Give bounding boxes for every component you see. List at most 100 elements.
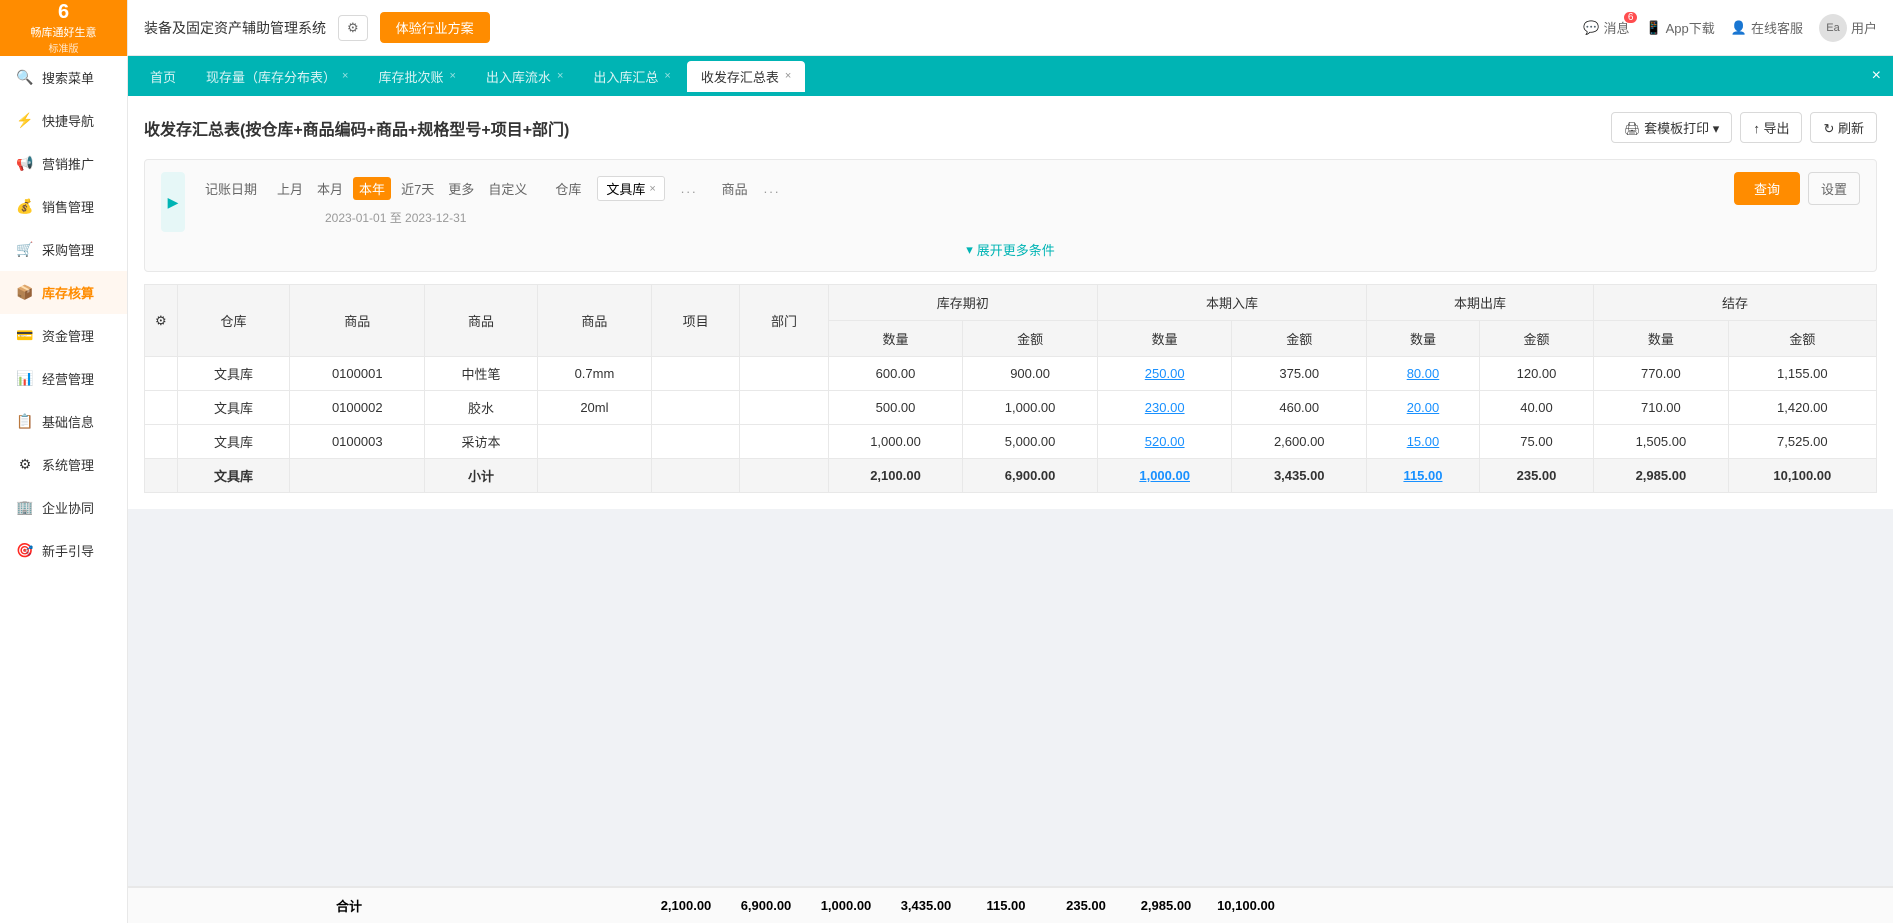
warehouse-col-header: 仓库: [177, 285, 290, 357]
warehouse-tag: 文具库 ×: [597, 176, 664, 201]
sidebar-item-marketing[interactable]: 📢 营销推广: [0, 142, 127, 185]
close-tab-stock-dist[interactable]: ×: [342, 70, 348, 82]
chart-icon: 📊: [16, 370, 34, 387]
refresh-button[interactable]: ↻ 刷新: [1810, 112, 1877, 143]
row-dept: [740, 425, 828, 459]
app-download-label: App下载: [1666, 18, 1715, 37]
row-settings-icon[interactable]: [145, 425, 178, 459]
tab-stock-dist[interactable]: 现存量（库存分布表） ×: [192, 61, 362, 92]
row-out-qty[interactable]: 20.00: [1367, 391, 1480, 425]
sidebar-logo[interactable]: 6 畅库通好生意 标准版: [0, 0, 127, 56]
warehouse-tag-close[interactable]: ×: [649, 183, 655, 195]
main-area: 装备及固定资产辅助管理系统 ⚙ 体验行业方案 💬 消息 6 📱 App下载 👤 …: [128, 0, 1893, 923]
row-out-amt: 75.00: [1479, 425, 1593, 459]
row-settings-icon[interactable]: [145, 391, 178, 425]
date-last-month[interactable]: 上月: [273, 177, 307, 200]
row-out-qty[interactable]: 15.00: [1367, 425, 1480, 459]
logo-subtext: 标准版: [49, 40, 79, 55]
tab-home[interactable]: 首页: [136, 61, 190, 92]
phone-icon: 📱: [1645, 20, 1661, 36]
balance-qty-header: 数量: [1594, 321, 1729, 357]
sidebar-item-inventory[interactable]: 📦 库存核算: [0, 271, 127, 314]
target-icon: 🎯: [16, 542, 34, 559]
refresh-icon: ↻: [1823, 121, 1834, 136]
date-this-month[interactable]: 本月: [313, 177, 347, 200]
row-dept: [740, 357, 828, 391]
total-row: 合计 2,100.00 6,900.00 1,000.00 3,435.00 1…: [128, 886, 1893, 923]
close-all-tabs-button[interactable]: ×: [1868, 63, 1885, 89]
close-tab-flow[interactable]: ×: [557, 70, 563, 82]
page-content: 收发存汇总表(按仓库+商品编码+商品+规格型号+项目+部门) 🖨 套模板打印 ▾…: [128, 96, 1893, 886]
row-balance-qty: 770.00: [1594, 357, 1729, 391]
row-in-qty[interactable]: 230.00: [1097, 391, 1232, 425]
sidebar-item-label: 基础信息: [42, 412, 94, 431]
goods-more-button[interactable]: ...: [764, 181, 781, 196]
total-row-content: 合计 2,100.00 6,900.00 1,000.00 3,435.00 1…: [144, 896, 1877, 915]
date-custom[interactable]: 自定义: [484, 177, 531, 200]
sidebar-item-finance[interactable]: 💳 资金管理: [0, 314, 127, 357]
trial-button[interactable]: 体验行业方案: [380, 12, 490, 43]
close-tab-batch[interactable]: ×: [449, 70, 455, 82]
tab-batch[interactable]: 库存批次账 ×: [364, 61, 469, 92]
row-out-qty[interactable]: 80.00: [1367, 357, 1480, 391]
table-group-header-row: ⚙ 仓库 商品 商品 商品 项目 部门 库存期初 本期入库 本期出库 结存: [145, 285, 1877, 321]
top-header: 装备及固定资产辅助管理系统 ⚙ 体验行业方案 💬 消息 6 📱 App下载 👤 …: [128, 0, 1893, 56]
table-container: ⚙ 仓库 商品 商品 商品 项目 部门 库存期初 本期入库 本期出库 结存: [144, 284, 1877, 493]
date-7days[interactable]: 近7天: [397, 177, 438, 200]
user-button[interactable]: Ea 用户: [1819, 14, 1877, 42]
filter-settings-button[interactable]: 设置: [1808, 172, 1860, 205]
sidebar-item-basic-info[interactable]: 📋 基础信息: [0, 400, 127, 443]
goods-code-col-header: 商品: [290, 285, 425, 357]
row-opening-amt: 6,900.00: [963, 459, 1098, 493]
tab-summary[interactable]: 出入库汇总 ×: [579, 61, 684, 92]
row-opening-amt: 5,000.00: [963, 425, 1098, 459]
query-button[interactable]: 查询: [1734, 172, 1800, 205]
sidebar-item-label: 采购管理: [42, 240, 94, 259]
date-this-year[interactable]: 本年: [353, 177, 391, 200]
close-tab-recv-send[interactable]: ×: [785, 70, 791, 82]
tab-bar: 首页 现存量（库存分布表） × 库存批次账 × 出入库流水 × 出入库汇总 × …: [128, 56, 1893, 96]
sidebar-item-guide[interactable]: 🎯 新手引导: [0, 529, 127, 572]
print-button[interactable]: 🖨 套模板打印 ▾: [1611, 112, 1732, 143]
sidebar-item-label: 库存核算: [42, 283, 94, 302]
row-in-qty[interactable]: 250.00: [1097, 357, 1232, 391]
row-in-amt: 375.00: [1232, 357, 1367, 391]
tab-flow[interactable]: 出入库流水 ×: [472, 61, 577, 92]
export-button[interactable]: ↑ 导出: [1740, 112, 1802, 143]
sidebar-item-system[interactable]: ⚙ 系统管理: [0, 443, 127, 486]
settings-gear-button[interactable]: ⚙: [338, 15, 368, 41]
app-download-button[interactable]: 📱 App下载: [1645, 18, 1714, 37]
date-options: 上月 本月 本年 近7天 更多 自定义: [273, 177, 531, 200]
row-out-qty[interactable]: 115.00: [1367, 459, 1480, 493]
tab-flow-label: 出入库流水: [486, 67, 551, 86]
filter-toggle-button[interactable]: ▶: [161, 172, 185, 232]
date-more[interactable]: 更多: [444, 177, 478, 200]
close-tab-summary[interactable]: ×: [664, 70, 670, 82]
filter-row-1: 记账日期 上月 本月 本年 近7天 更多 自定义 仓库: [205, 172, 1860, 205]
sidebar-item-sales[interactable]: 💰 销售管理: [0, 185, 127, 228]
warehouse-more-button[interactable]: ...: [681, 181, 698, 196]
row-in-qty[interactable]: 1,000.00: [1097, 459, 1232, 493]
sidebar-item-operations[interactable]: 📊 经营管理: [0, 357, 127, 400]
message-button[interactable]: 💬 消息 6: [1583, 18, 1629, 37]
expand-filter-label: 展开更多条件: [977, 240, 1055, 259]
date-filter-label: 记账日期: [205, 179, 257, 198]
expand-filter-button[interactable]: ▾ 展开更多条件: [966, 240, 1055, 259]
filter-bar: ▶ 记账日期 上月 本月 本年 近7天 更多 自定义: [144, 159, 1877, 272]
sidebar-item-search[interactable]: 🔍 搜索菜单: [0, 56, 127, 99]
row-opening-qty: 2,100.00: [828, 459, 963, 493]
row-settings-icon[interactable]: [145, 357, 178, 391]
balance-amt-header: 金额: [1728, 321, 1876, 357]
online-service-button[interactable]: 👤 在线客服: [1731, 18, 1803, 37]
sidebar-item-enterprise[interactable]: 🏢 企业协同: [0, 486, 127, 529]
chevron-down-icon: ▾: [966, 242, 973, 258]
tab-recv-send[interactable]: 收发存汇总表 ×: [687, 61, 805, 92]
box-icon: 📦: [16, 284, 34, 301]
out-amt-header: 金额: [1479, 321, 1593, 357]
total-in-qty: 1,000.00: [806, 898, 886, 913]
sidebar-item-purchase[interactable]: 🛒 采购管理: [0, 228, 127, 271]
row-spec: 20ml: [537, 391, 651, 425]
row-in-qty[interactable]: 520.00: [1097, 425, 1232, 459]
sidebar-item-quick-nav[interactable]: ⚡ 快捷导航: [0, 99, 127, 142]
balance-group-header: 结存: [1594, 285, 1877, 321]
